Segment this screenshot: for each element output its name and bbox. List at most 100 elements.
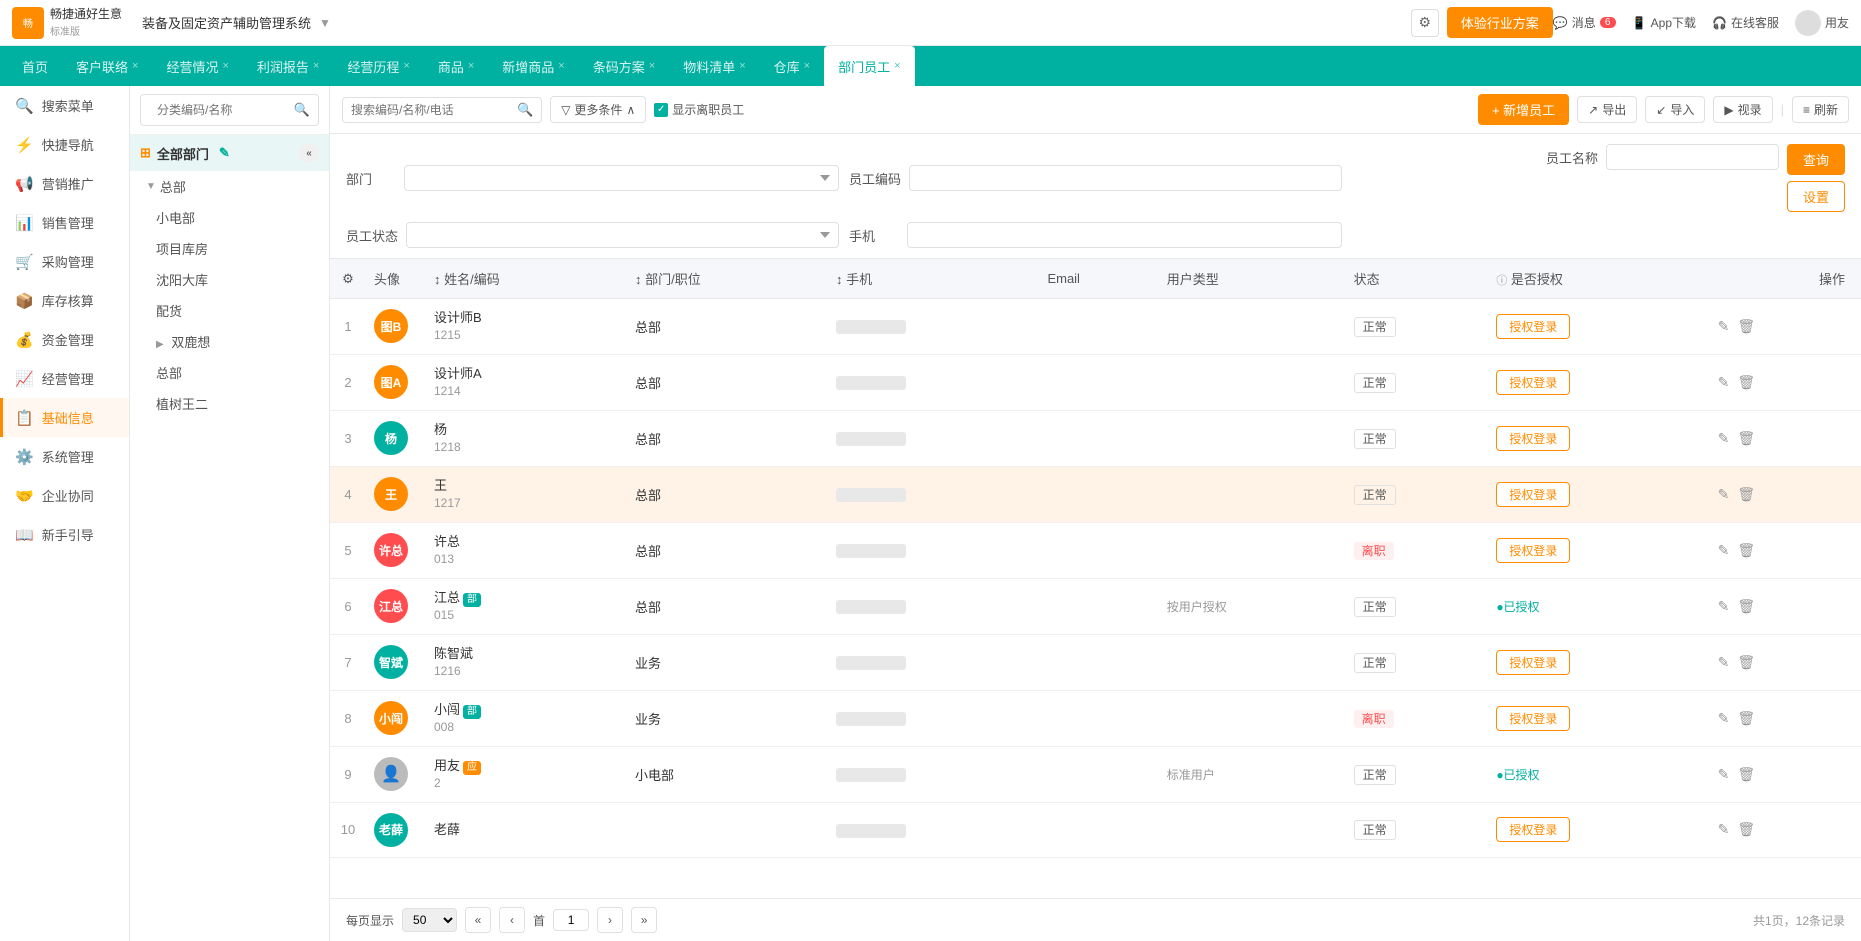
- edit-icon[interactable]: ✎: [1718, 821, 1730, 838]
- tab-profit-close[interactable]: ×: [313, 60, 319, 72]
- import-btn[interactable]: ↙ 导入: [1645, 96, 1705, 123]
- col-dept[interactable]: ↕ 部门/职位: [627, 259, 828, 299]
- edit-icon[interactable]: ✎: [1718, 318, 1730, 335]
- dept-filter-select[interactable]: [404, 165, 839, 191]
- auth-login-btn[interactable]: 授权登录: [1496, 538, 1570, 563]
- page-number-input[interactable]: [553, 909, 589, 931]
- tab-bom[interactable]: 物料清单 ×: [669, 46, 759, 86]
- tree-item-xiaodian[interactable]: 小电部: [130, 202, 329, 233]
- show-leaving-checkbox[interactable]: ✓: [654, 103, 668, 117]
- tab-history[interactable]: 经营历程 ×: [333, 46, 423, 86]
- tab-history-close[interactable]: ×: [403, 60, 409, 72]
- col-name[interactable]: ↕ 姓名/编码: [426, 259, 627, 299]
- delete-icon[interactable]: 🗑: [1737, 430, 1755, 447]
- tab-bom-close[interactable]: ×: [739, 60, 745, 72]
- tab-barcode[interactable]: 条码方案 ×: [579, 46, 669, 86]
- tab-dept-employee[interactable]: 部门员工 ×: [824, 46, 914, 86]
- set-btn[interactable]: 设置: [1787, 181, 1845, 212]
- nav-search[interactable]: 🔍 搜索菜单: [0, 86, 129, 125]
- tab-barcode-close[interactable]: ×: [649, 60, 655, 72]
- nav-sales[interactable]: 📊 销售管理: [0, 203, 129, 242]
- auth-login-btn[interactable]: 授权登录: [1496, 370, 1570, 395]
- tree-collapse-btn[interactable]: «: [299, 143, 319, 163]
- nav-purchase[interactable]: 🛒 采购管理: [0, 242, 129, 281]
- tab-new-goods[interactable]: 新增商品 ×: [488, 46, 578, 86]
- query-btn[interactable]: 查询: [1787, 144, 1845, 175]
- delete-icon[interactable]: 🗑: [1737, 542, 1755, 559]
- nav-inventory[interactable]: 📦 库存核算: [0, 281, 129, 320]
- nav-basic[interactable]: 📋 基础信息: [0, 398, 129, 437]
- online-service-item[interactable]: 🎧 在线客服: [1712, 14, 1779, 31]
- nav-shortcut[interactable]: ⚡ 快捷导航: [0, 125, 129, 164]
- tree-item-peihua[interactable]: 配货: [130, 295, 329, 326]
- settings-col-btn[interactable]: ≡ 刷新: [1792, 96, 1849, 123]
- tree-item-project[interactable]: 项目库房: [130, 233, 329, 264]
- edit-icon[interactable]: ✎: [1718, 430, 1730, 447]
- prev-page-btn[interactable]: ‹: [499, 907, 525, 933]
- edit-icon[interactable]: ✎: [1718, 374, 1730, 391]
- tree-search-input[interactable]: [149, 99, 294, 121]
- tab-operation[interactable]: 经营情况 ×: [152, 46, 242, 86]
- tab-profit[interactable]: 利润报告 ×: [243, 46, 333, 86]
- delete-icon[interactable]: 🗑: [1737, 766, 1755, 783]
- show-leaving-wrap[interactable]: ✓ 显示离职员工: [654, 101, 744, 118]
- edit-icon[interactable]: ✎: [1718, 542, 1730, 559]
- page-size-select[interactable]: 50 100 200: [402, 908, 457, 932]
- tree-item-shuanglu[interactable]: ▶ 双鹿想: [130, 326, 329, 357]
- view-btn[interactable]: ▶ 视录: [1713, 96, 1772, 123]
- edit-icon[interactable]: ✎: [1718, 486, 1730, 503]
- delete-icon[interactable]: 🗑: [1737, 598, 1755, 615]
- title-dropdown-icon[interactable]: ▼: [319, 16, 331, 30]
- add-employee-btn[interactable]: + 新增员工: [1478, 94, 1569, 125]
- auth-login-btn[interactable]: 授权登录: [1496, 706, 1570, 731]
- delete-icon[interactable]: 🗑: [1737, 318, 1755, 335]
- search-input[interactable]: [351, 103, 511, 117]
- empcode-filter-input[interactable]: [909, 165, 1342, 191]
- tab-goods-close[interactable]: ×: [468, 60, 474, 72]
- delete-icon[interactable]: 🗑: [1737, 486, 1755, 503]
- user-item[interactable]: 用友: [1795, 10, 1849, 36]
- tab-warehouse[interactable]: 仓库 ×: [760, 46, 824, 86]
- nav-system[interactable]: ⚙️ 系统管理: [0, 437, 129, 476]
- next-page-btn[interactable]: ›: [597, 907, 623, 933]
- delete-icon[interactable]: 🗑: [1737, 821, 1755, 838]
- edit-icon[interactable]: ✎: [1718, 598, 1730, 615]
- auth-login-btn[interactable]: 授权登录: [1496, 482, 1570, 507]
- tree-item-shenyang[interactable]: 沈阳大库: [130, 264, 329, 295]
- status-filter-select[interactable]: [406, 222, 839, 248]
- tab-customer-close[interactable]: ×: [132, 60, 138, 72]
- tab-home[interactable]: 首页: [8, 46, 62, 86]
- delete-icon[interactable]: 🗑: [1737, 710, 1755, 727]
- nav-operation-mgmt[interactable]: 📈 经营管理: [0, 359, 129, 398]
- delete-icon[interactable]: 🗑: [1737, 654, 1755, 671]
- auth-login-btn[interactable]: 授权登录: [1496, 314, 1570, 339]
- edit-icon[interactable]: ✎: [1718, 766, 1730, 783]
- nav-marketing[interactable]: 📢 营销推广: [0, 164, 129, 203]
- tab-goods[interactable]: 商品 ×: [424, 46, 488, 86]
- tab-operation-close[interactable]: ×: [222, 60, 228, 72]
- nav-finance[interactable]: 💰 资金管理: [0, 320, 129, 359]
- export-btn[interactable]: ↗ 导出: [1577, 96, 1637, 123]
- last-page-btn[interactable]: »: [631, 907, 657, 933]
- gear-button[interactable]: ⚙: [1411, 9, 1439, 37]
- app-download-item[interactable]: 📱 App下载: [1632, 14, 1696, 31]
- tab-customer[interactable]: 客户联络 ×: [62, 46, 152, 86]
- auth-login-btn[interactable]: 授权登录: [1496, 650, 1570, 675]
- message-item[interactable]: 💬 消息 6: [1553, 14, 1616, 31]
- tree-item-headquarter[interactable]: ▼ 总部: [130, 171, 329, 202]
- first-page-btn[interactable]: «: [465, 907, 491, 933]
- edit-icon[interactable]: ✎: [1718, 710, 1730, 727]
- auth-login-btn[interactable]: 授权登录: [1496, 426, 1570, 451]
- tree-all-dept[interactable]: ⊞ 全部部门 ✎ «: [130, 135, 329, 171]
- auth-login-btn[interactable]: 授权登录: [1496, 817, 1570, 842]
- tree-item-zongbu[interactable]: 总部: [130, 357, 329, 388]
- trial-button[interactable]: 体验行业方案: [1447, 7, 1553, 38]
- empname-filter-input[interactable]: [1606, 144, 1779, 170]
- tab-new-goods-close[interactable]: ×: [558, 60, 564, 72]
- edit-icon[interactable]: ✎: [1718, 654, 1730, 671]
- tab-dept-employee-close[interactable]: ×: [894, 60, 900, 72]
- nav-collab[interactable]: 🤝 企业协同: [0, 476, 129, 515]
- col-settings-icon[interactable]: ⚙: [342, 271, 354, 286]
- col-phone[interactable]: ↕ 手机: [828, 259, 1039, 299]
- nav-guide[interactable]: 📖 新手引导: [0, 515, 129, 554]
